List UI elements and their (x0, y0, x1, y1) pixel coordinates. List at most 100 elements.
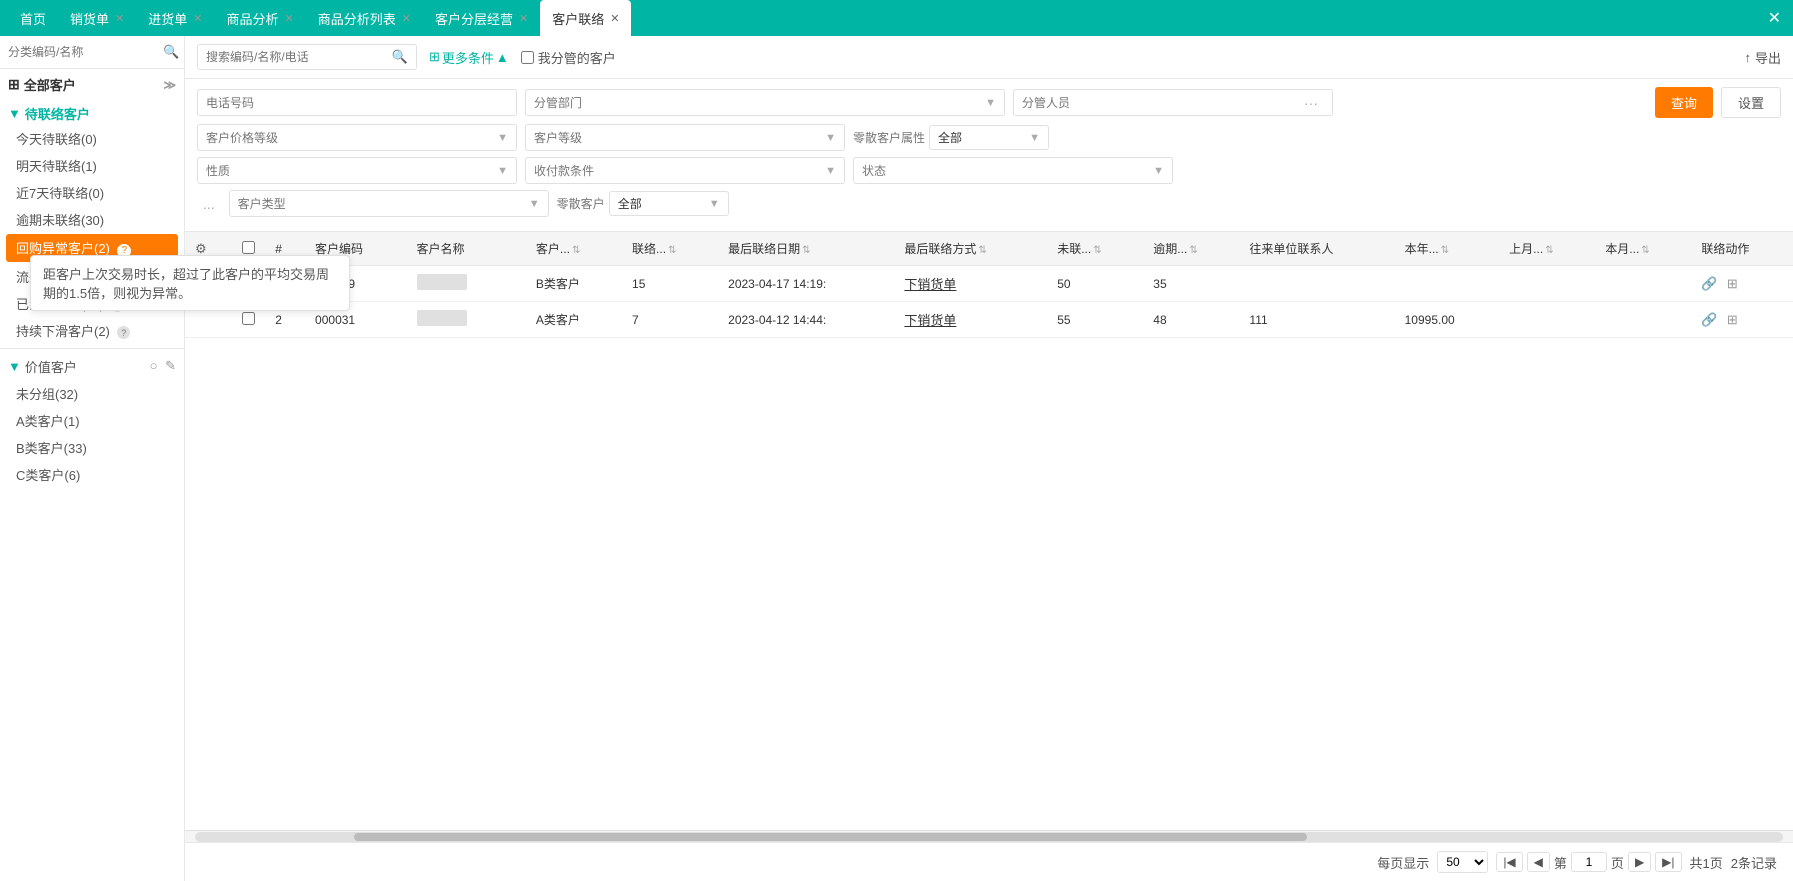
select-all-checkbox[interactable] (242, 241, 255, 254)
filter-status[interactable]: 状态 ▼ (853, 157, 1173, 184)
my-customer-checkbox[interactable] (521, 51, 534, 64)
extra-filter-dots[interactable]: ... (197, 196, 221, 212)
more-conditions-btn[interactable]: ⊞ 更多条件 ▲ (429, 48, 509, 67)
next-page-btn[interactable]: ▶ (1628, 852, 1651, 872)
th-contact[interactable]: 联络...⇅ (622, 232, 718, 266)
sidebar-pending-contact-group[interactable]: ▼ 待联络客户 (0, 100, 184, 125)
nav-tab-customer-contact[interactable]: 客户联络 ✕ (540, 0, 631, 36)
edit-icon: ✎ (165, 358, 176, 373)
per-page-select[interactable]: 50 100 (1437, 851, 1488, 873)
last-method-link-2[interactable]: 下销货单 (904, 313, 956, 328)
nav-tab-purchase[interactable]: 进货单 ✕ (136, 0, 214, 36)
close-sales-icon[interactable]: ✕ (115, 12, 124, 25)
th-last-contact-date[interactable]: 最后联络日期⇅ (718, 232, 894, 266)
sidebar-search-input[interactable] (8, 45, 163, 59)
last-page-btn[interactable]: ▶| (1655, 852, 1681, 872)
content-area: 🔍 ⊞ 更多条件 ▲ 我分管的客户 ↑ 导出 电话号码 (185, 36, 1793, 881)
setting-button[interactable]: 设置 (1721, 87, 1781, 118)
manager-dots-icon[interactable]: ··· (1298, 95, 1324, 111)
sidebar-item-tomorrow[interactable]: 明天待联络(1) (0, 152, 184, 179)
filter-payment[interactable]: 收付款条件 ▼ (525, 157, 845, 184)
export-button[interactable]: ↑ 导出 (1744, 48, 1781, 67)
td-last-method-2[interactable]: 下销货单 (894, 302, 1047, 338)
row2-checkbox[interactable] (242, 312, 255, 325)
td-last-method-1[interactable]: 下销货单 (894, 266, 1047, 302)
action-link-icon-1[interactable]: 🔗 (1701, 276, 1717, 291)
close-product-analysis-icon[interactable]: ✕ (285, 12, 294, 25)
window-close-button[interactable]: ✕ (1768, 8, 1781, 28)
action-grid-icon-2[interactable]: ⊞ (1727, 312, 1738, 327)
sidebar-item-class-b[interactable]: B类客户(33) (0, 434, 184, 461)
sidebar-value-customers-header[interactable]: ▼ 价值客户 ○ ✎ (0, 353, 184, 380)
nav-tab-product-analysis[interactable]: 商品分析 ✕ (214, 0, 305, 36)
close-purchase-icon[interactable]: ✕ (193, 12, 202, 25)
nav-tab-product-list[interactable]: 商品分析列表 ✕ (306, 0, 423, 36)
filter-manager[interactable]: 分管人员 ··· (1013, 89, 1333, 116)
td-action-1[interactable]: 🔗 ⊞ (1691, 266, 1793, 302)
td-action-2[interactable]: 🔗 ⊞ (1691, 302, 1793, 338)
class-c-label: C类客户(6) (16, 468, 80, 483)
close-customer-contact-icon[interactable]: ✕ (610, 12, 619, 25)
th-category[interactable]: 客户...⇅ (526, 232, 622, 266)
sidebar-search-area: 🔍 (0, 36, 184, 69)
value-customers-edit-icons[interactable]: ○ ✎ (150, 358, 176, 374)
nav-tab-home[interactable]: 首页 (8, 0, 58, 36)
action-grid-icon-1[interactable]: ⊞ (1727, 276, 1738, 291)
main-search-icon[interactable]: 🔍 (392, 49, 408, 65)
7days-pending-label: 近7天待联络(0) (16, 186, 104, 201)
th-not-contacted[interactable]: 未联...⇅ (1047, 232, 1143, 266)
sidebar-item-declining[interactable]: 持续下滑客户(2) ? (0, 317, 184, 344)
manager-label: 分管人员 (1022, 94, 1070, 111)
declining-help-icon: ? (117, 326, 130, 339)
filter-retailer-attr: 零散客户属性 全部 ▼ (853, 125, 1049, 150)
filter-row-4: ... 客户类型 ▼ 零散客户 全部 ▼ (197, 190, 1781, 217)
retailer-attr-val: 全部 (938, 129, 1029, 146)
prev-page-btn[interactable]: ◀ (1527, 852, 1550, 872)
extended-filter: 电话号码 分管部门 ▼ 分管人员 ··· 查询 (185, 79, 1793, 232)
close-product-list-icon[interactable]: ✕ (402, 12, 411, 25)
query-button[interactable]: 查询 (1655, 87, 1713, 118)
th-last-contact-method[interactable]: 最后联络方式⇅ (894, 232, 1047, 266)
sidebar-item-ungrouped[interactable]: 未分组(32) (0, 380, 184, 407)
gender-arrow-icon: ▼ (497, 165, 508, 177)
retailer-label: 零散客户 (557, 195, 605, 212)
scrollbar-area[interactable] (185, 830, 1793, 842)
sidebar-item-overdue[interactable]: 逾期未联络(30) (0, 206, 184, 233)
filter-price-level[interactable]: 客户价格等级 ▼ (197, 124, 517, 151)
th-this-year[interactable]: 本年...⇅ (1395, 232, 1500, 266)
sidebar-item-7days[interactable]: 近7天待联络(0) (0, 179, 184, 206)
sidebar-item-class-c[interactable]: C类客户(6) (0, 461, 184, 488)
nav-tab-customer-segment[interactable]: 客户分层经营 ✕ (423, 0, 540, 36)
close-customer-segment-icon[interactable]: ✕ (519, 12, 528, 25)
payment-label: 收付款条件 (534, 162, 594, 179)
last-method-link-1[interactable]: 下销货单 (904, 277, 956, 292)
customer-level-arrow-icon: ▼ (825, 132, 836, 144)
sidebar-item-today[interactable]: 今天待联络(0) (0, 125, 184, 152)
scrollbar-track[interactable] (195, 832, 1783, 842)
th-last-month[interactable]: 上月...⇅ (1499, 232, 1595, 266)
sidebar-item-class-a[interactable]: A类客户(1) (0, 407, 184, 434)
retailer-dropdown[interactable]: 全部 ▼ (609, 191, 729, 216)
filter-customer-type[interactable]: 客户类型 ▼ (229, 190, 549, 217)
collapse-icon[interactable]: ≫ (163, 78, 176, 92)
filter-gender[interactable]: 性质 ▼ (197, 157, 517, 184)
sidebar-search-icon[interactable]: 🔍 (163, 44, 179, 60)
settings-col-icon[interactable]: ⚙ (195, 241, 207, 256)
nav-tab-sales[interactable]: 销货单 ✕ (58, 0, 136, 36)
filter-phone[interactable]: 电话号码 (197, 89, 517, 116)
main-search-input[interactable] (206, 50, 392, 64)
th-this-month[interactable]: 本月...⇅ (1595, 232, 1691, 266)
name-placeholder-2 (417, 310, 467, 326)
first-page-btn[interactable]: |◀ (1496, 852, 1522, 872)
page-number-input[interactable] (1571, 852, 1607, 872)
filter-dept[interactable]: 分管部门 ▼ (525, 89, 1005, 116)
scrollbar-thumb[interactable] (354, 833, 1307, 841)
my-customer-filter[interactable]: 我分管的客户 (521, 48, 616, 67)
retailer-attr-dropdown[interactable]: 全部 ▼ (929, 125, 1049, 150)
sidebar-divider (0, 348, 184, 349)
sidebar-all-customers[interactable]: ⊞ 全部客户 ≫ (0, 69, 184, 100)
class-b-label: B类客户(33) (16, 441, 87, 456)
filter-customer-level[interactable]: 客户等级 ▼ (525, 124, 845, 151)
action-link-icon-2[interactable]: 🔗 (1701, 312, 1717, 327)
th-overdue[interactable]: 逾期...⇅ (1143, 232, 1239, 266)
